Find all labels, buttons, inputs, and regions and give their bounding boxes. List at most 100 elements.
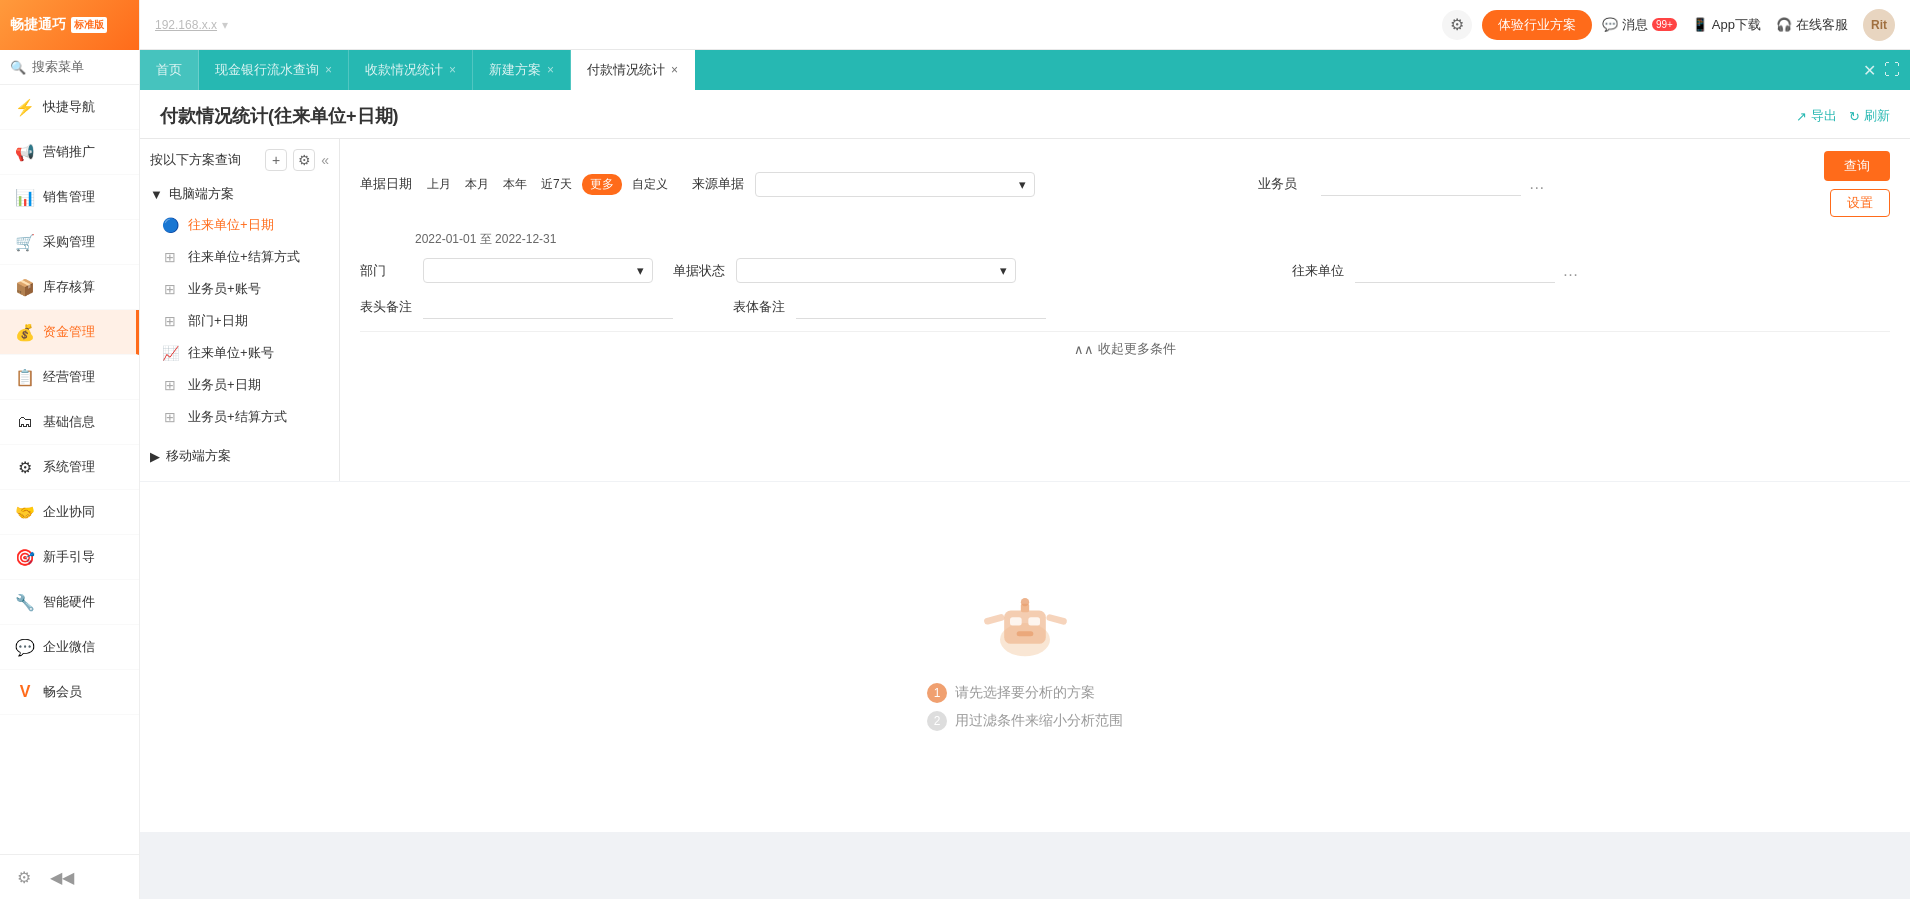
address-chevron-icon: ▾ [222, 18, 228, 32]
body-note-input[interactable] [796, 295, 1046, 319]
scheme-icon: ⊞ [160, 247, 180, 267]
scheme-item-staff-settle[interactable]: ⊞ 业务员+结算方式 [150, 401, 339, 433]
partner-input[interactable] [1355, 259, 1555, 283]
message-btn[interactable]: 💬 消息 99+ [1602, 16, 1677, 34]
sidebar-item-label: 经营管理 [43, 368, 95, 386]
staff-label: 业务员 [1258, 175, 1313, 193]
sidebar-item-purchase[interactable]: 🛒 采购管理 [0, 220, 139, 265]
scheme-panel-title: 按以下方案查询 [150, 151, 241, 169]
svg-rect-2 [1010, 617, 1022, 625]
user-avatar[interactable]: Rit [1863, 9, 1895, 41]
sidebar-collapse-btn[interactable]: ◀◀ [48, 863, 76, 891]
sidebar-item-inventory[interactable]: 📦 库存核算 [0, 265, 139, 310]
tab-receipt-stats[interactable]: 收款情况统计 × [349, 50, 473, 90]
sidebar-item-basic[interactable]: 🗂 基础信息 [0, 400, 139, 445]
topbar-right: 💬 消息 99+ 📱 App下载 🎧 在线客服 Rit [1602, 9, 1895, 41]
scheme-group-mobile[interactable]: ▶ 移动端方案 [140, 441, 339, 471]
scheme-add-btn[interactable]: + [265, 149, 287, 171]
tab-payment-stats-close[interactable]: × [671, 63, 678, 77]
tab-receipt-stats-close[interactable]: × [449, 63, 456, 77]
sidebar-item-label: 库存核算 [43, 278, 95, 296]
sidebar-item-quick-nav[interactable]: ⚡ 快捷导航 [0, 85, 139, 130]
sidebar-item-hardware[interactable]: 🔧 智能硬件 [0, 580, 139, 625]
version-badge: 标准版 [71, 17, 107, 33]
sidebar-item-operation[interactable]: 📋 经营管理 [0, 355, 139, 400]
date-btn-7days[interactable]: 近7天 [537, 174, 576, 195]
partner-label: 往来单位 [1292, 262, 1347, 280]
sidebar-item-system[interactable]: ⚙ 系统管理 [0, 445, 139, 490]
scheme-item-dept-date[interactable]: ⊞ 部门+日期 [150, 305, 339, 337]
scheme-item-label: 往来单位+结算方式 [188, 248, 300, 266]
page-title: 付款情况统计(往来单位+日期) [160, 104, 399, 128]
sidebar-item-sales[interactable]: 📊 销售管理 [0, 175, 139, 220]
export-btn[interactable]: ↗ 导出 [1796, 107, 1837, 125]
header-note-input[interactable] [423, 295, 673, 319]
voucher-status-select[interactable]: ▾ [736, 258, 1016, 283]
app-download-btn[interactable]: 📱 App下载 [1692, 16, 1761, 34]
date-range-row: 2022-01-01 至 2022-12-31 [415, 229, 1890, 248]
sidebar-item-label: 快捷导航 [43, 98, 95, 116]
message-badge: 99+ [1652, 18, 1677, 31]
topbar: 192.168.x.x ▾ ⚙ 体验行业方案 💬 消息 99+ 📱 App下载 … [140, 0, 1910, 50]
scheme-item-label: 部门+日期 [188, 312, 248, 330]
sidebar-item-capital[interactable]: 💰 资金管理 [0, 310, 139, 355]
tab-bank-flow[interactable]: 现金银行流水查询 × [199, 50, 349, 90]
refresh-btn[interactable]: ↻ 刷新 [1849, 107, 1890, 125]
sidebar-item-marketing[interactable]: 📢 营销推广 [0, 130, 139, 175]
collapse-chevron-icon: ∧∧ [1074, 342, 1094, 357]
purchase-icon: 🛒 [15, 232, 35, 252]
tab-payment-stats[interactable]: 付款情况统计 × [571, 50, 695, 90]
filter-area: 按以下方案查询 + ⚙ « ▼ 电脑端方案 🔵 往来单位+日期 [140, 139, 1910, 481]
partner-dots-btn[interactable]: … [1563, 262, 1579, 280]
maximize-btn[interactable]: ⛶ [1884, 61, 1900, 79]
collapse-conditions-btn[interactable]: ∧∧ 收起更多条件 [1074, 340, 1176, 358]
sidebar-item-member[interactable]: V 畅会员 [0, 670, 139, 715]
gear-btn[interactable]: ⚙ [1442, 10, 1472, 40]
source-select[interactable]: ▾ [755, 172, 1035, 197]
desktop-group-chevron: ▼ [150, 187, 163, 202]
date-btn-more[interactable]: 更多 [582, 174, 622, 195]
refresh-icon: ↻ [1849, 109, 1860, 124]
scheme-item-unit-date[interactable]: 🔵 往来单位+日期 [150, 209, 339, 241]
scheme-item-unit-settle[interactable]: ⊞ 往来单位+结算方式 [150, 241, 339, 273]
scheme-item-staff-date[interactable]: ⊞ 业务员+日期 [150, 369, 339, 401]
scheme-item-staff-account[interactable]: ⊞ 业务员+账号 [150, 273, 339, 305]
date-btn-this-year[interactable]: 本年 [499, 174, 531, 195]
scheme-settings-btn[interactable]: ⚙ [293, 149, 315, 171]
dept-select[interactable]: ▾ [423, 258, 653, 283]
filter-right: 单据日期 上月 本月 本年 近7天 更多 自定义 来源单据 [340, 139, 1910, 481]
tab-bank-flow-close[interactable]: × [325, 63, 332, 77]
scheme-collapse-btn[interactable]: « [321, 152, 329, 168]
export-label: 导出 [1811, 107, 1837, 125]
scheme-icon: ⊞ [160, 311, 180, 331]
voucher-status-field: 单据状态 ▾ [673, 258, 1272, 283]
empty-tip-1: 1 请先选择要分析的方案 [927, 683, 1123, 703]
service-icon: 🎧 [1776, 17, 1792, 32]
sidebar-item-label: 营销推广 [43, 143, 95, 161]
address-bar: 192.168.x.x ▾ [155, 18, 1432, 32]
sidebar-item-label: 企业微信 [43, 638, 95, 656]
close-all-tabs-btn[interactable]: ✕ [1863, 61, 1876, 80]
online-service-btn[interactable]: 🎧 在线客服 [1776, 16, 1848, 34]
sidebar-settings-btn[interactable]: ⚙ [10, 863, 38, 891]
sidebar-item-wechat[interactable]: 💬 企业微信 [0, 625, 139, 670]
tab-new-scheme[interactable]: 新建方案 × [473, 50, 571, 90]
sidebar-item-cooperation[interactable]: 🤝 企业协同 [0, 490, 139, 535]
filter-settings-btn[interactable]: 设置 [1830, 189, 1890, 217]
staff-input[interactable] [1321, 172, 1521, 196]
date-btn-custom[interactable]: 自定义 [628, 174, 672, 195]
empty-tips: 1 请先选择要分析的方案 2 用过滤条件来缩小分析范围 [927, 683, 1123, 731]
search-menu[interactable]: 🔍 搜索菜单 [0, 50, 139, 85]
query-btn[interactable]: 查询 [1824, 151, 1890, 181]
date-btn-last-month[interactable]: 上月 [423, 174, 455, 195]
date-btn-this-month[interactable]: 本月 [461, 174, 493, 195]
staff-dots-btn[interactable]: … [1529, 175, 1545, 193]
scheme-group-desktop[interactable]: ▼ 电脑端方案 [140, 179, 339, 209]
collapse-bar[interactable]: ∧∧ 收起更多条件 [360, 331, 1890, 366]
tab-new-scheme-close[interactable]: × [547, 63, 554, 77]
scheme-icon-active: 🔵 [160, 215, 180, 235]
sidebar-item-guide[interactable]: 🎯 新手引导 [0, 535, 139, 580]
scheme-item-unit-account[interactable]: 📈 往来单位+账号 [150, 337, 339, 369]
trial-btn[interactable]: 体验行业方案 [1482, 10, 1592, 40]
tab-home[interactable]: 首页 [140, 50, 199, 90]
